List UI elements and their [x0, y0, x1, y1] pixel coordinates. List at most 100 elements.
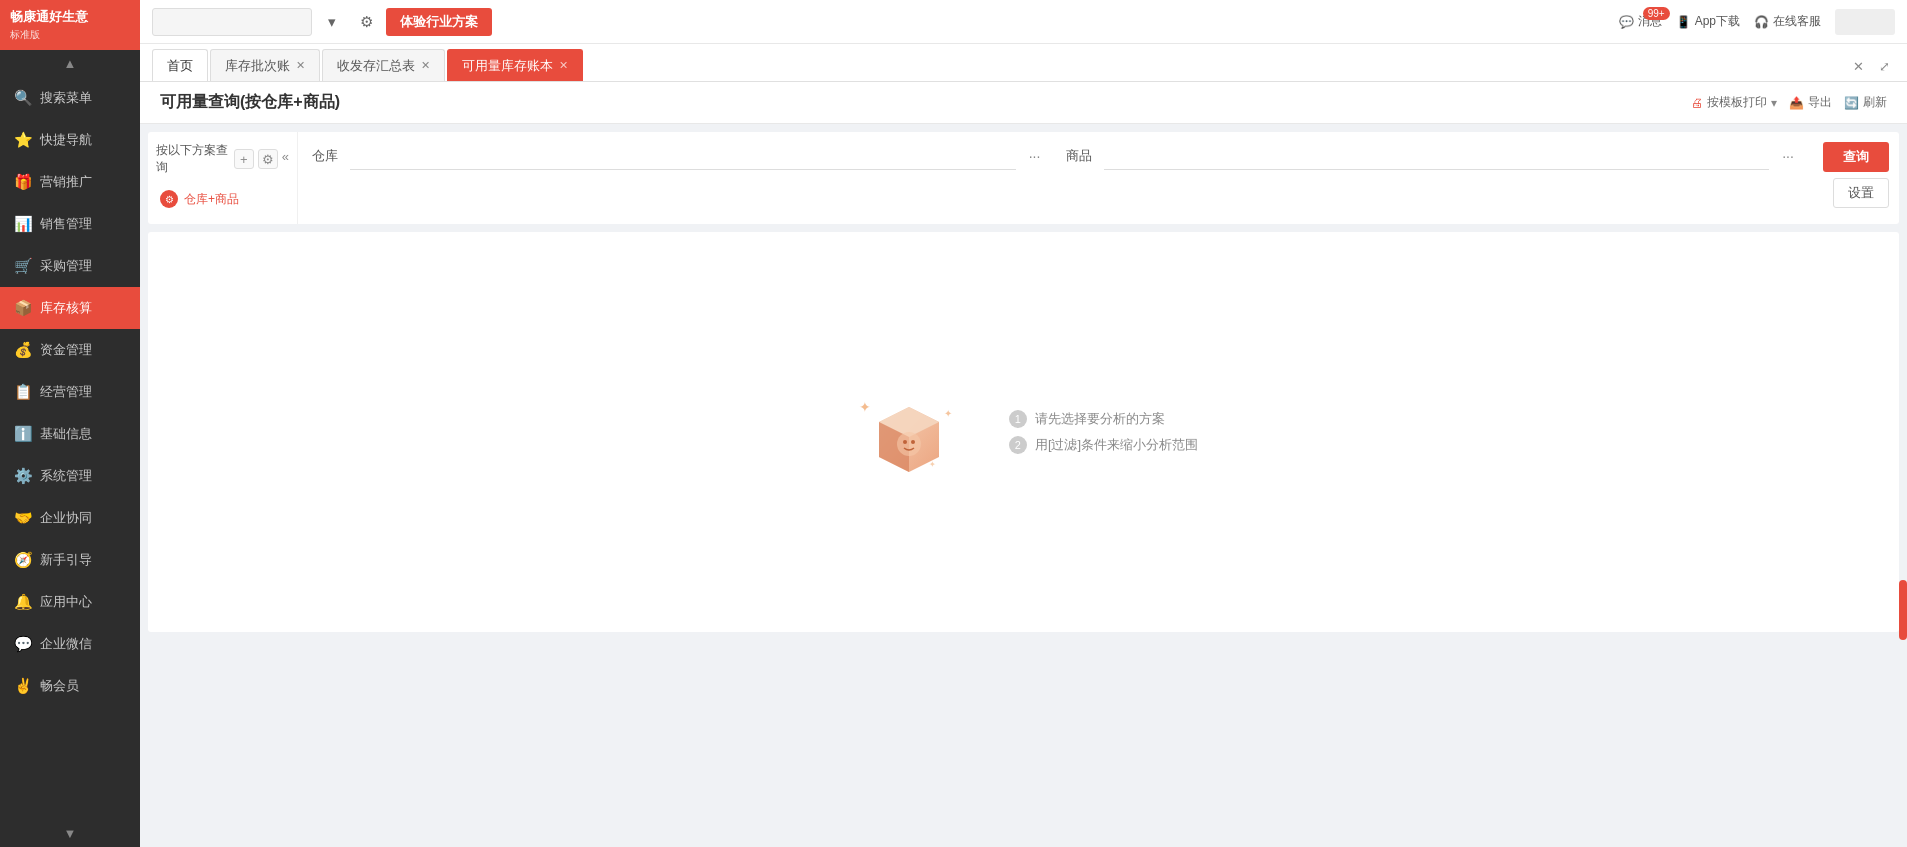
sidebar-item-basic[interactable]: ℹ️ 基础信息 — [0, 413, 140, 455]
export-label: 导出 — [1808, 94, 1832, 111]
sidebar-item-label: 库存核算 — [40, 299, 92, 317]
handshake-icon: 🤝 — [14, 509, 32, 527]
online-service-btn[interactable]: 🎧 在线客服 — [1754, 13, 1821, 30]
filter-sidebar-header: 按以下方案查询 + ⚙ « — [156, 142, 289, 176]
user-avatar[interactable] — [1835, 9, 1895, 35]
tab-batch-close[interactable]: ✕ — [296, 59, 305, 72]
app-download-label: App下载 — [1695, 13, 1740, 30]
sidebar-item-label: 经营管理 — [40, 383, 92, 401]
tab-summary[interactable]: 收发存汇总表 ✕ — [322, 49, 445, 81]
warehouse-more-btn[interactable]: ··· — [1024, 145, 1046, 167]
tip-number-2: 2 — [1009, 436, 1027, 454]
sidebar-header: 畅康通好生意 标准版 — [0, 0, 140, 50]
global-search-input[interactable] — [152, 8, 312, 36]
sidebar-item-sales[interactable]: 📊 销售管理 — [0, 203, 140, 245]
query-button[interactable]: 查询 — [1823, 142, 1889, 172]
sidebar-item-label: 资金管理 — [40, 341, 92, 359]
tab-fullscreen-btn[interactable]: ⤢ — [1873, 55, 1895, 77]
manage-scheme-btn[interactable]: ⚙ — [258, 149, 278, 169]
search-icon: 🔍 — [14, 89, 32, 107]
bell-icon: 🔔 — [14, 593, 32, 611]
sidebar-item-system[interactable]: ⚙️ 系统管理 — [0, 455, 140, 497]
top-bar-right: 💬 消息 99+ 📱 App下载 🎧 在线客服 — [1619, 9, 1895, 35]
product-field: 商品 ··· — [1066, 142, 1800, 170]
sidebar-nav: 🔍 搜索菜单 ⭐ 快捷导航 🎁 营销推广 📊 销售管理 🛒 采购管理 📦 库存核… — [0, 77, 140, 820]
refresh-btn[interactable]: 🔄 刷新 — [1844, 94, 1887, 111]
template-print-btn[interactable]: 🖨 按模板打印 ▾ — [1691, 94, 1777, 111]
sidebar-item-label: 应用中心 — [40, 593, 92, 611]
tab-summary-close[interactable]: ✕ — [421, 59, 430, 72]
tab-home[interactable]: 首页 — [152, 49, 208, 81]
add-scheme-btn[interactable]: + — [234, 149, 254, 169]
product-more-btn[interactable]: ··· — [1777, 145, 1799, 167]
tab-controls: ✕ ⤢ — [1847, 55, 1895, 81]
money-icon: 💰 — [14, 341, 32, 359]
scrollbar-indicator[interactable] — [1899, 580, 1907, 640]
tab-available[interactable]: 可用量库存账本 ✕ — [447, 49, 583, 81]
sidebar-item-label: 采购管理 — [40, 257, 92, 275]
sidebar-item-enterprise[interactable]: 🤝 企业协同 — [0, 497, 140, 539]
tab-batch[interactable]: 库存批次账 ✕ — [210, 49, 320, 81]
svg-text:✦: ✦ — [929, 460, 936, 469]
dropdown-icon[interactable]: ▾ — [318, 8, 346, 36]
chat-icon: 💬 — [14, 635, 32, 653]
app-name: 畅康通好生意 — [10, 8, 130, 26]
info-icon: ℹ️ — [14, 425, 32, 443]
online-service-label: 在线客服 — [1773, 13, 1821, 30]
tab-close-btn[interactable]: ✕ — [1847, 55, 1869, 77]
printer-icon: 🖨 — [1691, 96, 1703, 110]
gear-icon: ⚙️ — [14, 467, 32, 485]
scheme-icon: ⚙ — [160, 190, 178, 208]
box-icon: 📦 — [14, 299, 32, 317]
sidebar-item-label: 系统管理 — [40, 467, 92, 485]
template-print-label: 按模板打印 — [1707, 94, 1767, 111]
empty-tip-2: 2 用[过滤]条件来缩小分析范围 — [1009, 436, 1198, 454]
top-bar-left: ▾ ⚙ 体验行业方案 — [152, 8, 1611, 36]
message-icon: 💬 — [1619, 15, 1634, 29]
tab-available-close[interactable]: ✕ — [559, 59, 568, 72]
star-icon: ⭐ — [14, 131, 32, 149]
trial-button[interactable]: 体验行业方案 — [386, 8, 492, 36]
filter-sidebar: 按以下方案查询 + ⚙ « ⚙ 仓库+商品 — [148, 132, 298, 224]
empty-tips: 1 请先选择要分析的方案 2 用[过滤]条件来缩小分析范围 — [1009, 410, 1198, 454]
product-input[interactable] — [1104, 142, 1770, 170]
filter-scheme-label: 按以下方案查询 — [156, 142, 234, 176]
sidebar-scroll-up[interactable]: ▲ — [0, 50, 140, 77]
tip-text-2: 用[过滤]条件来缩小分析范围 — [1035, 436, 1198, 454]
sidebar-item-finance[interactable]: 💰 资金管理 — [0, 329, 140, 371]
member-icon: ✌️ — [14, 677, 32, 695]
filter-scheme-item[interactable]: ⚙ 仓库+商品 — [156, 184, 289, 214]
top-bar: ▾ ⚙ 体验行业方案 💬 消息 99+ 📱 App下载 🎧 在线客服 — [140, 0, 1907, 44]
sidebar-item-wechat[interactable]: 💬 企业微信 — [0, 623, 140, 665]
app-download-btn[interactable]: 📱 App下载 — [1676, 13, 1740, 30]
svg-text:✦: ✦ — [859, 399, 871, 415]
page-header: 可用量查询(按仓库+商品) 🖨 按模板打印 ▾ 📤 导出 🔄 刷新 — [140, 82, 1907, 124]
sidebar-item-label: 快捷导航 — [40, 131, 92, 149]
filter-settings-button[interactable]: 设置 — [1833, 178, 1889, 208]
gift-icon: 🎁 — [14, 173, 32, 191]
page-header-actions: 🖨 按模板打印 ▾ 📤 导出 🔄 刷新 — [1691, 94, 1887, 111]
sidebar-item-label: 基础信息 — [40, 425, 92, 443]
collapse-icon[interactable]: « — [282, 149, 289, 169]
template-print-dropdown[interactable]: ▾ — [1771, 96, 1777, 110]
tab-home-label: 首页 — [167, 57, 193, 75]
sidebar-item-apps[interactable]: 🔔 应用中心 — [0, 581, 140, 623]
empty-state: ✦ ✦ ✦ 1 请先选择要分析的方案 2 用[过滤]条件来缩小分析范围 — [829, 292, 1218, 572]
sidebar-item-inventory[interactable]: 📦 库存核算 — [0, 287, 140, 329]
export-btn[interactable]: 📤 导出 — [1789, 94, 1832, 111]
sidebar-item-marketing[interactable]: 🎁 营销推广 — [0, 161, 140, 203]
sidebar-item-operations[interactable]: 📋 经营管理 — [0, 371, 140, 413]
sidebar-item-guide[interactable]: 🧭 新手引导 — [0, 539, 140, 581]
sidebar-item-shortcut[interactable]: ⭐ 快捷导航 — [0, 119, 140, 161]
export-icon: 📤 — [1789, 96, 1804, 110]
sidebar-item-label: 搜索菜单 — [40, 89, 92, 107]
sidebar-item-purchase[interactable]: 🛒 采购管理 — [0, 245, 140, 287]
warehouse-input[interactable] — [350, 142, 1016, 170]
sidebar-scroll-down[interactable]: ▼ — [0, 820, 140, 847]
sidebar-item-member[interactable]: ✌️ 畅会员 — [0, 665, 140, 707]
warehouse-label: 仓库 — [312, 147, 342, 165]
sidebar-item-search[interactable]: 🔍 搜索菜单 — [0, 77, 140, 119]
settings-icon[interactable]: ⚙ — [352, 8, 380, 36]
notification-area[interactable]: 💬 消息 99+ — [1619, 13, 1662, 30]
page-content: 可用量查询(按仓库+商品) 🖨 按模板打印 ▾ 📤 导出 🔄 刷新 — [140, 82, 1907, 847]
